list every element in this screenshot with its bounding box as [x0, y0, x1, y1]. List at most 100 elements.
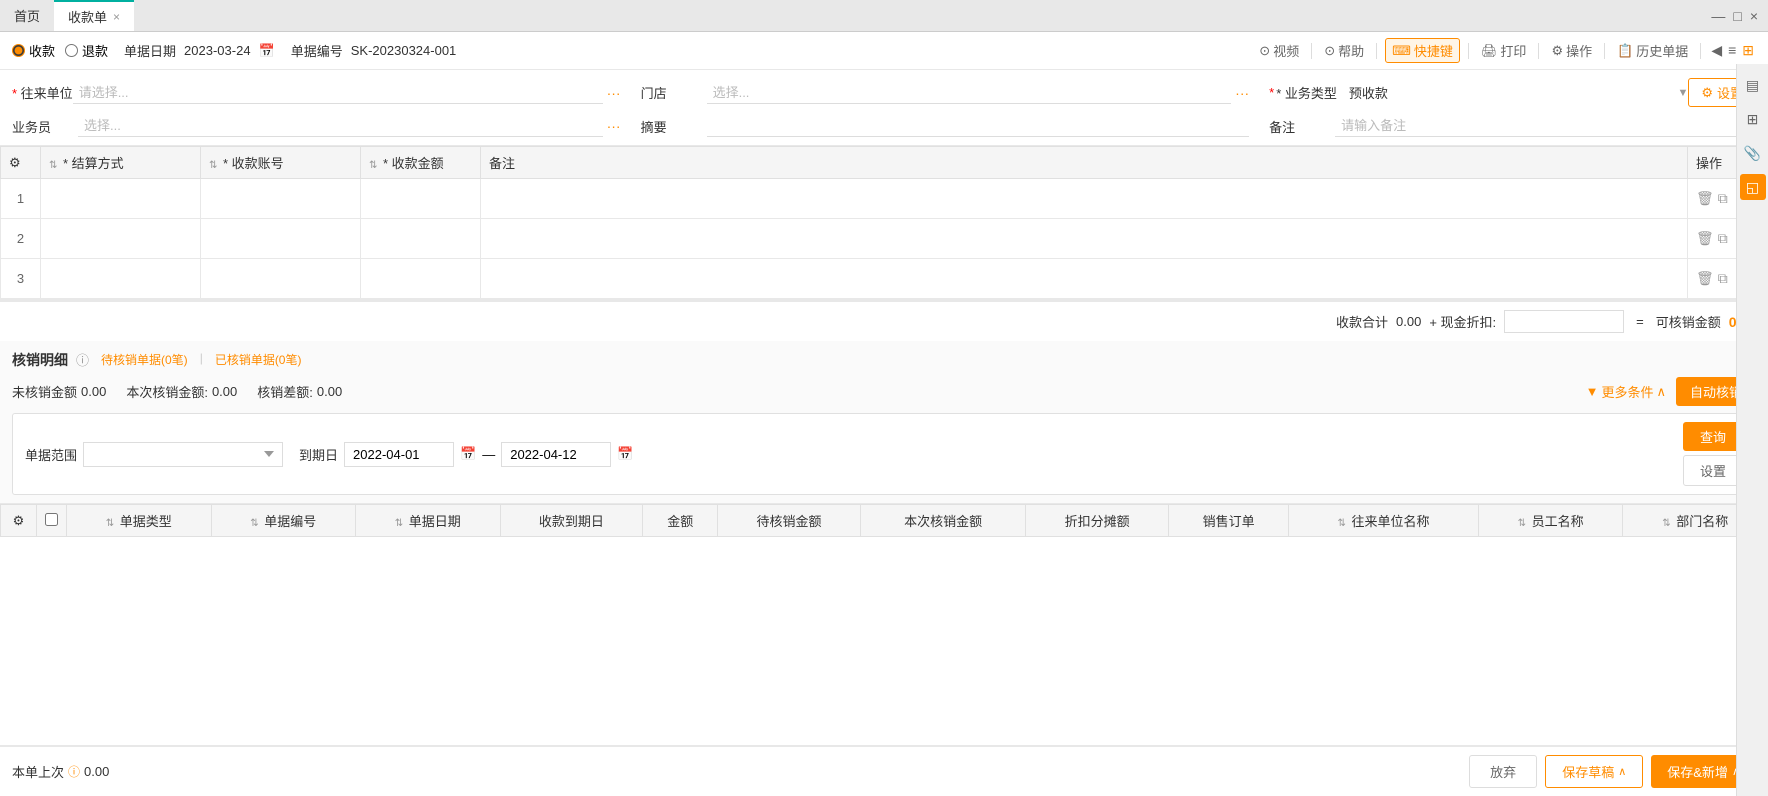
divider2 — [1376, 43, 1377, 59]
table-row: 2 🗑 ⧉ — [1, 219, 1768, 259]
grid-view-icon[interactable]: ⊞ — [1740, 40, 1756, 61]
minimize-icon[interactable]: — — [1711, 8, 1725, 24]
pending-tab[interactable]: 待核销单据(0笔) — [97, 349, 192, 370]
copy-row-icon-3[interactable]: ⧉ — [1718, 270, 1728, 287]
amount-col-label: 金额 — [667, 514, 693, 529]
equals-label: = — [1636, 314, 1644, 329]
remark-cell-1[interactable] — [481, 179, 1688, 219]
save-draft-button[interactable]: 保存草稿 ∧ — [1545, 755, 1643, 788]
from-unit-input[interactable] — [73, 82, 603, 104]
print-btn[interactable]: 🖨 打印 — [1477, 39, 1531, 62]
sidebar-grid-icon[interactable]: ⊞ — [1740, 106, 1766, 132]
doc-range-select[interactable] — [83, 442, 283, 467]
sort-icon-unit[interactable]: ⇅ — [1338, 518, 1346, 529]
sidebar-attach-icon[interactable]: 📎 — [1740, 140, 1766, 166]
sort-icon3[interactable]: ⇅ — [369, 160, 377, 171]
due-date-to-input[interactable] — [501, 442, 611, 467]
refund-radio[interactable]: 退款 — [65, 41, 108, 60]
sort-icon-doctype[interactable]: ⇅ — [106, 518, 114, 529]
select-all-checkbox[interactable] — [45, 513, 58, 526]
help-label: 帮助 — [1338, 41, 1364, 60]
staff-col: ⇅ 员工名称 — [1478, 505, 1623, 537]
account-cell-1[interactable] — [201, 179, 361, 219]
remark-label: 备注 — [489, 156, 515, 171]
save-draft-arrow-icon: ∧ — [1618, 765, 1626, 778]
tab-close-icon[interactable]: × — [113, 10, 120, 24]
operation-label: 操作 — [1566, 41, 1592, 60]
remark-cell-2[interactable] — [481, 219, 1688, 259]
close-icon[interactable]: × — [1750, 8, 1758, 24]
amount-cell-3[interactable] — [361, 259, 481, 299]
copy-row-icon-1[interactable]: ⧉ — [1718, 190, 1728, 207]
history-icon: 📋 — [1617, 43, 1633, 59]
due-date-to-calendar-icon[interactable]: 📅 — [617, 446, 633, 462]
help-icon: ⊙ — [1324, 43, 1335, 59]
more-conditions-btn[interactable]: ▼ 更多条件 ∧ — [1586, 382, 1666, 401]
summary-input[interactable] — [707, 115, 1250, 137]
tab-receipt[interactable]: 收款单 × — [54, 0, 134, 31]
help-btn[interactable]: ⊙ 帮助 — [1320, 39, 1368, 62]
salesman-input[interactable] — [78, 115, 603, 137]
store-more-btn[interactable]: ··· — [1235, 85, 1249, 101]
receipt-table: ⚙ ⇅ * 结算方式 ⇅ * 收款账号 ⇅ * 收款金额 — [0, 146, 1768, 299]
sort-icon[interactable]: ⇅ — [49, 160, 57, 171]
verify-settings-col[interactable]: ⚙ — [1, 505, 37, 537]
settings-gear-icon: ⚙ — [1701, 85, 1713, 101]
calendar-icon[interactable]: 📅 — [259, 43, 275, 59]
verify-info-icon[interactable]: ⓘ — [76, 350, 89, 369]
due-date-from-input[interactable] — [344, 442, 454, 467]
delete-row-icon-3[interactable]: 🗑 — [1696, 270, 1714, 287]
copy-row-icon-2[interactable]: ⧉ — [1718, 230, 1728, 247]
prev-icon[interactable]: ◀ — [1709, 40, 1724, 61]
maximize-icon[interactable]: □ — [1733, 8, 1741, 24]
remark-input[interactable] — [1335, 115, 1756, 137]
discard-button[interactable]: 放弃 — [1469, 755, 1537, 788]
account-label: * 收款账号 — [223, 156, 284, 171]
salesman-more-btn[interactable]: ··· — [607, 118, 621, 134]
sidebar-expand-icon[interactable]: ◱ — [1740, 174, 1766, 200]
payment-method-cell-1[interactable] — [41, 179, 201, 219]
diff-label: 核销差额: — [257, 382, 313, 401]
query-button[interactable]: 查询 — [1683, 422, 1743, 451]
done-tab[interactable]: 已核销单据(0笔) — [211, 349, 306, 370]
amount-cell-1[interactable] — [361, 179, 481, 219]
payment-method-cell-3[interactable] — [41, 259, 201, 299]
from-unit-more-btn[interactable]: ··· — [607, 85, 621, 101]
amount-cell-2[interactable] — [361, 219, 481, 259]
settings-button-2[interactable]: 设置 — [1683, 455, 1743, 486]
store-input[interactable] — [707, 82, 1232, 104]
account-cell-2[interactable] — [201, 219, 361, 259]
account-cell-3[interactable] — [201, 259, 361, 299]
bottom-bar: 本单上次 ⓘ 0.00 放弃 保存草稿 ∧ 保存&新增 ∧ — [0, 745, 1768, 796]
receipt-radio[interactable]: 收款 — [12, 41, 55, 60]
chevron-up-icon: ∧ — [1656, 384, 1666, 400]
due-date-from-calendar-icon[interactable]: 📅 — [460, 446, 476, 462]
operation-icon: ⚙ — [1551, 43, 1563, 59]
save-new-label: 保存&新增 — [1667, 762, 1728, 781]
tab-home[interactable]: 首页 — [0, 0, 54, 31]
video-btn[interactable]: ⊙ 视频 — [1255, 39, 1303, 62]
bottom-info-icon[interactable]: ⓘ — [68, 763, 80, 780]
biz-type-dropdown-icon[interactable]: ▼ — [1677, 87, 1688, 99]
remark-cell-3[interactable] — [481, 259, 1688, 299]
form-row-2: 业务员 ··· 摘要 备注 — [12, 115, 1756, 137]
delete-row-icon-1[interactable]: 🗑 — [1696, 190, 1714, 207]
summary-label: 摘要 — [641, 117, 701, 136]
sort-icon-staff[interactable]: ⇅ — [1518, 518, 1526, 529]
sidebar-table-icon[interactable]: ▤ — [1740, 72, 1766, 98]
discount-input[interactable] — [1504, 310, 1624, 333]
shortcut-btn[interactable]: ⌨ 快捷键 — [1385, 38, 1460, 63]
list-view-icon[interactable]: ≡ — [1726, 40, 1738, 61]
payment-method-cell-2[interactable] — [41, 219, 201, 259]
delete-row-icon-2[interactable]: 🗑 — [1696, 230, 1714, 247]
pending-verify-col: 待核销金额 — [718, 505, 861, 537]
sort-icon-docno[interactable]: ⇅ — [250, 518, 258, 529]
sort-icon-docdate[interactable]: ⇅ — [395, 518, 403, 529]
sort-icon-dept[interactable]: ⇅ — [1662, 518, 1670, 529]
sort-icon2[interactable]: ⇅ — [209, 160, 217, 171]
doc-no-value: SK-20230324-001 — [351, 43, 457, 58]
history-btn[interactable]: 📋 历史单据 — [1613, 39, 1692, 62]
settings-col-header[interactable]: ⚙ — [1, 147, 41, 179]
operation-btn[interactable]: ⚙ 操作 — [1547, 39, 1596, 62]
diff-stat: 核销差额: 0.00 — [257, 382, 342, 401]
